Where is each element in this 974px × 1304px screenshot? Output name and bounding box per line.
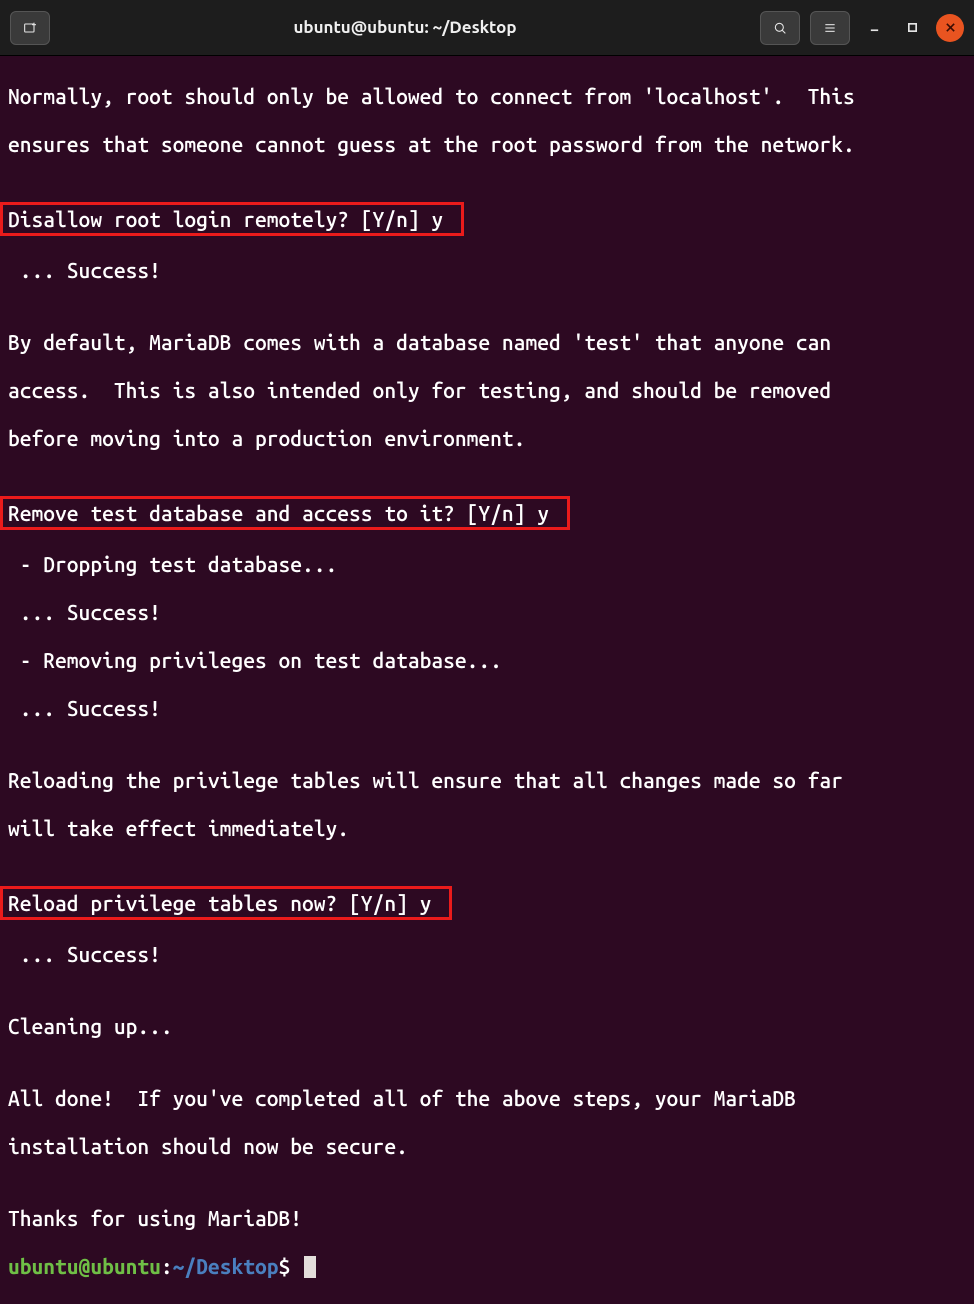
terminal-line: - Dropping test database... [8,552,972,576]
terminal-line: before moving into a production environm… [8,426,972,450]
terminal-line: access. This is also intended only for t… [8,378,972,402]
terminal-line: By default, MariaDB comes with a databas… [8,330,972,354]
terminal-line: Normally, root should only be allowed to… [8,84,972,108]
close-button[interactable] [936,14,964,42]
hamburger-menu-button[interactable] [810,11,850,45]
terminal-line: Reloading the privilege tables will ensu… [8,768,972,792]
minimize-icon [869,22,880,33]
terminal-line: ... Success! [8,696,972,720]
maximize-button[interactable] [898,14,926,42]
terminal-line: - Removing privileges on test database..… [8,648,972,672]
minimize-button[interactable] [860,14,888,42]
close-icon [945,22,956,33]
prompt-user: ubuntu@ubuntu [8,1254,161,1278]
prompt-path: ~/Desktop [173,1254,279,1278]
terminal-line: ensures that someone cannot guess at the… [8,132,972,156]
window-title: ubuntu@ubuntu: ~/Desktop [50,16,760,40]
highlight-box: Remove test database and access to it? [… [0,496,570,530]
highlight-box: Reload privilege tables now? [Y/n] y [0,886,452,920]
new-tab-button[interactable] [10,11,50,45]
terminal-line: ... Success! [8,600,972,624]
search-icon [772,20,788,36]
search-button[interactable] [760,11,800,45]
terminal-line: Cleaning up... [8,1014,972,1038]
terminal-line: will take effect immediately. [8,816,972,840]
terminal-line: Disallow root login remotely? [Y/n] y [8,204,972,234]
terminal-line: ... Success! [8,258,972,282]
terminal-line: ... Success! [8,942,972,966]
terminal-line: All done! If you've completed all of the… [8,1086,972,1110]
new-tab-icon [22,20,38,36]
terminal-line: Thanks for using MariaDB! [8,1206,972,1230]
maximize-icon [907,22,918,33]
terminal-body[interactable]: Normally, root should only be allowed to… [0,56,974,1304]
hamburger-icon [822,20,838,36]
highlight-box: Disallow root login remotely? [Y/n] y [0,202,464,236]
terminal-prompt-line: ubuntu@ubuntu:~/Desktop$ [8,1254,972,1278]
prompt-char: $ [279,1254,291,1278]
terminal-line: Remove test database and access to it? [… [8,498,972,528]
prompt-sep: : [161,1254,173,1278]
terminal-line: Reload privilege tables now? [Y/n] y [8,888,972,918]
window-titlebar: ubuntu@ubuntu: ~/Desktop [0,0,974,56]
text-cursor [304,1256,316,1278]
terminal-line: installation should now be secure. [8,1134,972,1158]
